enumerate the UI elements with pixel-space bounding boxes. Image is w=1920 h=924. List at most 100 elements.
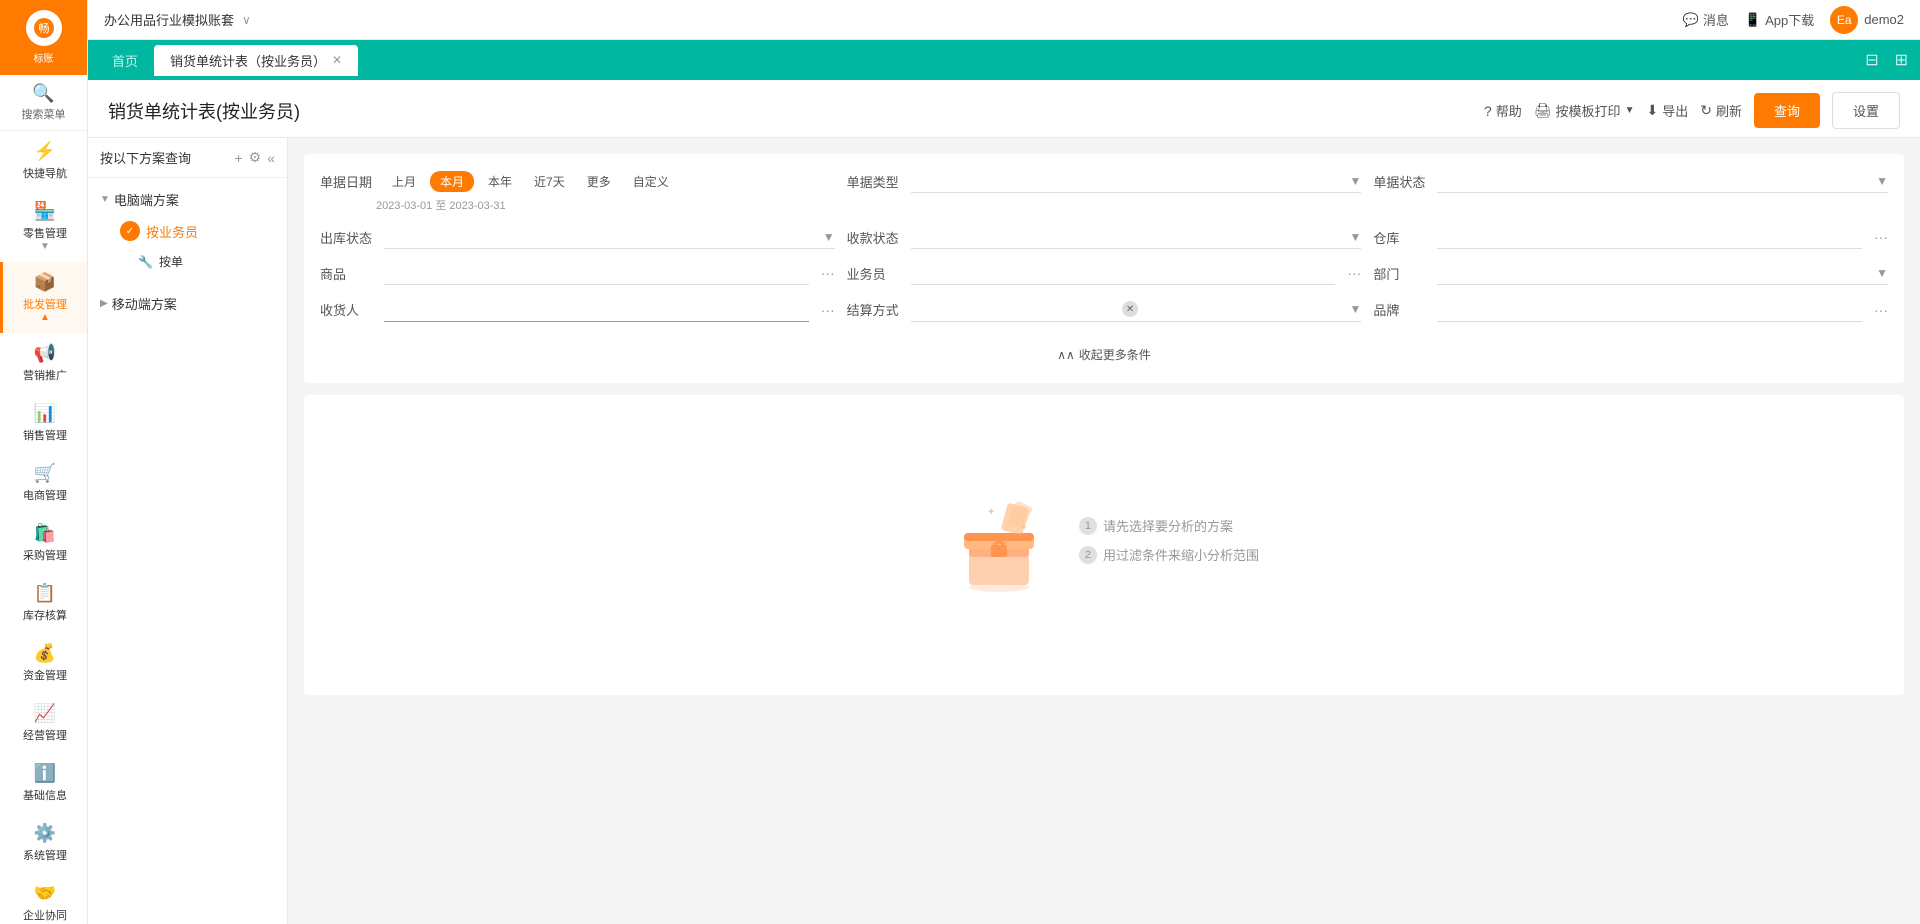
- message-icon: 💬: [1683, 12, 1699, 28]
- date-tab-custom[interactable]: 自定义: [625, 171, 677, 192]
- doc-status-dropdown-icon: ▼: [1876, 174, 1888, 188]
- warehouse-dots[interactable]: ···: [1874, 229, 1888, 245]
- page-title: 销货单统计表(按业务员): [108, 98, 300, 124]
- app-download-button[interactable]: 📱 App下载: [1745, 10, 1814, 29]
- clear-settlement[interactable]: ✕: [1122, 301, 1138, 317]
- consignee-dots[interactable]: ···: [821, 302, 835, 318]
- goods-dots[interactable]: ···: [821, 265, 835, 281]
- sidebar-item-lingshouguanli[interactable]: 🏪 零售管理 ▼: [0, 191, 87, 262]
- date-tab-this-month[interactable]: 本月: [430, 171, 474, 192]
- user-menu-button[interactable]: Ea demo2: [1830, 6, 1904, 34]
- sub-icon: 🔧: [138, 255, 153, 269]
- tree-child-label: 按业务员: [146, 222, 198, 241]
- sidebar-item-kuaijiedaohang[interactable]: ⚡ 快捷导航: [0, 131, 87, 191]
- collapse-label: 收起更多条件: [1079, 346, 1151, 363]
- hint-num-1: 1: [1079, 517, 1097, 535]
- export-button[interactable]: ⬇ 导出: [1646, 101, 1688, 120]
- logo-icon: 畅: [26, 10, 62, 46]
- sidebar-item-qiyexietong[interactable]: 🤝 企业协同: [0, 873, 87, 924]
- scheme-settings-icon[interactable]: ⚙: [249, 149, 262, 166]
- sidebar-item-zijinguanli[interactable]: 💰 资金管理: [0, 633, 87, 693]
- date-tab-last-month[interactable]: 上月: [384, 171, 424, 192]
- date-label: 单据日期: [320, 172, 376, 191]
- empty-state-inner: ✦ ✦ 1 请先选择要分析的方案 2 用过滤条件来缩小分析范围: [949, 495, 1259, 595]
- filter-item-consignee: 收货人 ···: [320, 297, 835, 322]
- doc-type-select[interactable]: ▼: [911, 170, 1362, 193]
- sidebar-item-xiaoshouguanli[interactable]: 📊 销售管理: [0, 393, 87, 453]
- hint-num-2: 2: [1079, 546, 1097, 564]
- sidebar-item-pifaguanli[interactable]: 📦 批发管理 ▲: [0, 262, 87, 333]
- tree-sub-by-order[interactable]: 🔧 按单: [88, 247, 287, 276]
- doc-status-label: 单据状态: [1373, 172, 1429, 191]
- tab-maximize-button[interactable]: ⊞: [1891, 46, 1912, 74]
- hint-text-2: 用过滤条件来缩小分析范围: [1103, 545, 1259, 564]
- nav-text: 资金管理: [23, 667, 67, 683]
- page-header: 销货单统计表(按业务员) ? 帮助 🖨 按模板打印 ▼ ⬇ 导出 ↻ 刷新 查询…: [88, 80, 1920, 138]
- hint-item-2: 2 用过滤条件来缩小分析范围: [1079, 545, 1259, 564]
- sidebar-logo: 畅 标账: [0, 0, 87, 75]
- sidebar-search[interactable]: 🔍 搜索菜单: [0, 75, 87, 131]
- user-name: demo2: [1864, 12, 1904, 27]
- filter-row-1: 单据日期 上月 本月 本年 近7天 更多 自定义 单据类型: [320, 170, 1888, 193]
- salesman-input[interactable]: [911, 261, 1336, 285]
- brand-input[interactable]: [1437, 298, 1862, 322]
- expand-arrow: ▲: [40, 312, 50, 323]
- sidebar-item-caigouguanli[interactable]: 🛍️ 采购管理: [0, 513, 87, 573]
- doc-status-select[interactable]: ▼: [1437, 170, 1888, 193]
- icon-text: ✓: [126, 226, 134, 237]
- settings-button[interactable]: 设置: [1832, 92, 1900, 129]
- tab-home[interactable]: 首页: [96, 45, 154, 76]
- goods-input[interactable]: [384, 261, 809, 285]
- tree-desktop-group[interactable]: ▼ 电脑端方案: [88, 184, 287, 215]
- nav-text: 批发管理: [23, 296, 67, 312]
- date-tab-last-7-days[interactable]: 近7天: [526, 171, 573, 192]
- consignee-input[interactable]: [384, 298, 809, 322]
- refresh-button[interactable]: ↻ 刷新: [1700, 101, 1742, 120]
- tab-minimize-button[interactable]: ⊟: [1861, 46, 1882, 74]
- collapse-up-icon: ∧∧: [1057, 348, 1075, 362]
- sidebar-item-yingxiaotuguan[interactable]: 📢 营销推广: [0, 333, 87, 393]
- warehouse-input[interactable]: [1437, 225, 1862, 249]
- add-scheme-icon[interactable]: +: [234, 150, 242, 166]
- department-dropdown-icon: ▼: [1876, 266, 1888, 280]
- xiaoshou-icon: 📊: [34, 403, 56, 424]
- tree-expand-icon: ▼: [100, 194, 110, 205]
- collapse-button[interactable]: ∧∧ 收起更多条件: [1045, 342, 1163, 367]
- date-tab-more[interactable]: 更多: [579, 171, 619, 192]
- tree-child-by-salesman[interactable]: ✓ 按业务员: [88, 215, 287, 247]
- tab-salesreport[interactable]: 销货单统计表（按业务员） ✕: [154, 45, 358, 76]
- nav-text: 采购管理: [23, 547, 67, 563]
- app-label: App下载: [1765, 10, 1814, 29]
- tab-close-icon[interactable]: ✕: [332, 54, 342, 66]
- panel-title: 按以下方案查询: [100, 148, 191, 167]
- payment-status-select[interactable]: ▼: [911, 226, 1362, 249]
- nav-text: 营销推广: [23, 367, 67, 383]
- settlement-select[interactable]: ✕ ▼: [911, 297, 1362, 322]
- department-select[interactable]: ▼: [1437, 262, 1888, 285]
- print-button[interactable]: 🖨 按模板打印 ▼: [1534, 101, 1635, 120]
- nav-text: 基础信息: [23, 787, 67, 803]
- panel-header: 按以下方案查询 + ⚙ «: [88, 138, 287, 178]
- sidebar-item-xitongguanli[interactable]: ⚙️ 系统管理: [0, 813, 87, 873]
- help-button[interactable]: ? 帮助: [1484, 101, 1522, 120]
- print-icon: 🖨: [1534, 102, 1552, 119]
- date-tab-this-year[interactable]: 本年: [480, 171, 520, 192]
- filter-item-salesman: 业务员 ···: [847, 261, 1362, 285]
- nav-text: 经营管理: [23, 727, 67, 743]
- export-icon: ⬇: [1646, 102, 1658, 119]
- message-button[interactable]: 💬 消息: [1683, 10, 1729, 29]
- out-status-select[interactable]: ▼: [384, 226, 835, 249]
- collapse-panel-icon[interactable]: «: [267, 150, 275, 166]
- clear-icon[interactable]: ✕: [1122, 301, 1138, 317]
- query-button[interactable]: 查询: [1754, 93, 1820, 128]
- nav-text: 销售管理: [23, 427, 67, 443]
- message-label: 消息: [1703, 10, 1729, 29]
- salesman-dots[interactable]: ···: [1347, 265, 1361, 281]
- tree-mobile-group[interactable]: ▶ 移动端方案: [88, 288, 287, 319]
- sidebar-item-dianshangguanli[interactable]: 🛒 电商管理: [0, 453, 87, 513]
- tab-bar-actions: ⊟ ⊞: [1861, 46, 1912, 74]
- sidebar-item-jingyingguanli[interactable]: 📈 经营管理: [0, 693, 87, 753]
- brand-dots[interactable]: ···: [1874, 302, 1888, 318]
- sidebar-item-kucunhesuan[interactable]: 📋 库存核算: [0, 573, 87, 633]
- sidebar-item-jichuixinxi[interactable]: ℹ️ 基础信息: [0, 753, 87, 813]
